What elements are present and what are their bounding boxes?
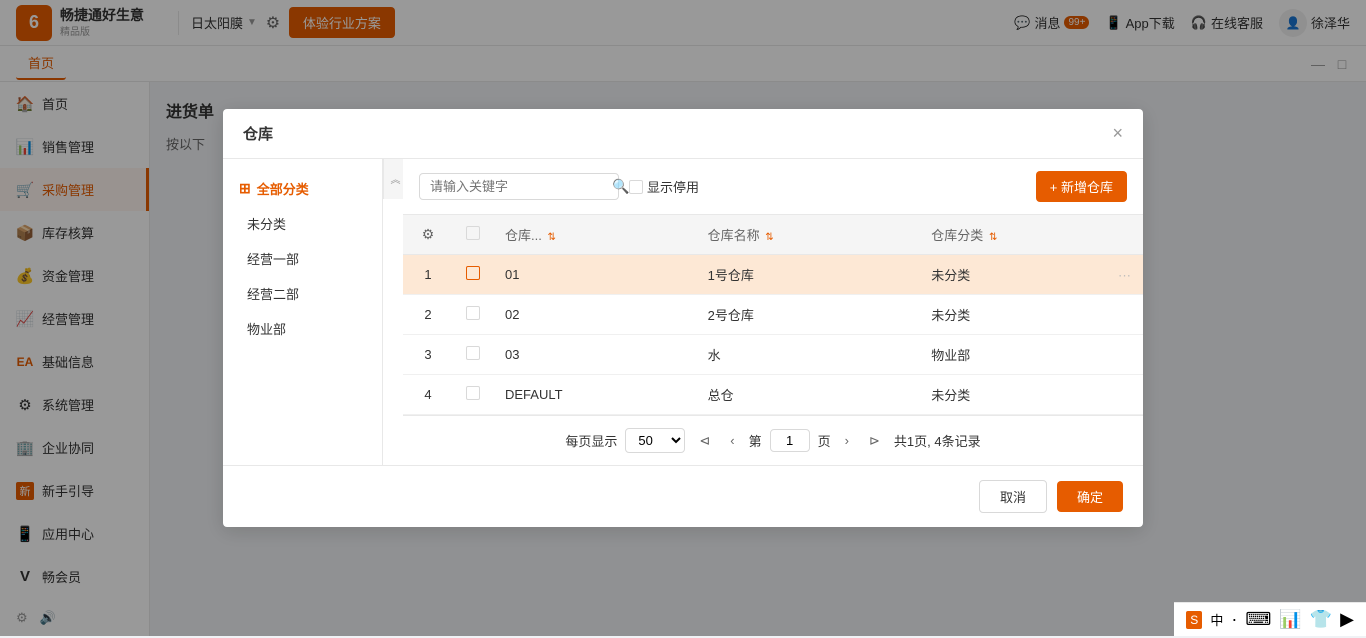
row-category: 物业部 (919, 335, 1143, 375)
warehouse-modal: 仓库 × ⊞ 全部分类 未分类 经营一部 经营二部 物业部 《 (223, 109, 1143, 527)
col-header-code: 仓库... ⇅ (493, 215, 696, 255)
last-page-btn[interactable]: ⊳ (863, 431, 886, 451)
tree-all-categories[interactable]: ⊞ 全部分类 (223, 171, 382, 206)
column-settings-icon[interactable]: ⚙ (422, 226, 435, 242)
row-number: 2 (403, 295, 453, 335)
tree-item-property[interactable]: 物业部 (223, 311, 382, 346)
search-input[interactable] (430, 179, 606, 194)
next-page-btn[interactable]: › (839, 431, 855, 450)
col-category-label: 仓库分类 (931, 228, 983, 243)
row-menu-icon[interactable]: ··· (1118, 267, 1131, 282)
row-code: 01 (493, 255, 696, 295)
sort-name-icon[interactable]: ⇅ (765, 232, 773, 243)
row-code: 02 (493, 295, 696, 335)
sort-code-icon[interactable]: ⇅ (547, 232, 555, 243)
row-category: 未分类 ··· (919, 255, 1143, 295)
col-header-settings[interactable]: ⚙ (403, 215, 453, 255)
table-row[interactable]: 1 01 1号仓库 未分类 ··· (403, 255, 1143, 295)
col-code-label: 仓库... (505, 228, 542, 243)
status-icon-shirt[interactable]: 👕 (1310, 609, 1332, 630)
row-checkbox-cell[interactable] (453, 375, 493, 415)
collapse-icon: 《 (386, 174, 401, 184)
row-checkbox-cell[interactable] (453, 255, 493, 295)
tree-item-dept1[interactable]: 经营一部 (223, 241, 382, 276)
show-disabled-label: 显示停用 (647, 177, 699, 196)
row-checkbox[interactable] (466, 386, 480, 400)
sort-category-icon[interactable]: ⇅ (989, 232, 997, 243)
statusbar: S 中 · ⌨ 📊 👕 ▶ (1174, 602, 1366, 636)
confirm-button[interactable]: 确定 (1057, 481, 1123, 512)
row-name: 2号仓库 (696, 295, 920, 335)
table-toolbar: 🔍 显示停用 + 新增仓库 (403, 159, 1143, 215)
row-checkbox[interactable] (466, 306, 480, 320)
show-disabled-toggle[interactable]: 显示停用 (629, 177, 699, 196)
row-number: 3 (403, 335, 453, 375)
col-name-label: 仓库名称 (708, 228, 760, 243)
modal-body: ⊞ 全部分类 未分类 经营一部 经营二部 物业部 《 🔍 (223, 159, 1143, 465)
page-input[interactable] (770, 429, 810, 452)
row-number: 4 (403, 375, 453, 415)
table-panel: 🔍 显示停用 + 新增仓库 ⚙ (403, 159, 1143, 465)
tree-all-label: 全部分类 (257, 179, 309, 198)
status-icon-zhong[interactable]: S (1186, 611, 1202, 629)
total-info: 共1页, 4条记录 (894, 431, 981, 450)
table-row[interactable]: 2 02 2号仓库 未分类 (403, 295, 1143, 335)
grid-icon: ⊞ (239, 180, 251, 197)
table-row[interactable]: 4 DEFAULT 总仓 未分类 (403, 375, 1143, 415)
col-header-name: 仓库名称 ⇅ (696, 215, 920, 255)
row-code: DEFAULT (493, 375, 696, 415)
col-header-check[interactable] (453, 215, 493, 255)
row-checkbox[interactable] (466, 266, 480, 280)
add-warehouse-btn[interactable]: + 新增仓库 (1036, 171, 1127, 202)
tree-item-dept2[interactable]: 经营二部 (223, 276, 382, 311)
status-icon-game[interactable]: ▶ (1340, 609, 1354, 630)
first-page-btn[interactable]: ⊲ (693, 431, 716, 451)
prev-page-btn[interactable]: ‹ (724, 431, 740, 450)
page-label: 第 (749, 431, 762, 450)
category-tree: ⊞ 全部分类 未分类 经营一部 经营二部 物业部 (223, 159, 383, 465)
row-checkbox[interactable] (466, 346, 480, 360)
row-category: 未分类 (919, 375, 1143, 415)
collapse-tree-btn[interactable]: 《 (383, 159, 403, 199)
modal-close-btn[interactable]: × (1112, 123, 1123, 144)
status-icon-dot[interactable]: · (1231, 609, 1237, 630)
cancel-button[interactable]: 取消 (979, 480, 1047, 513)
warehouse-table: ⚙ 仓库... ⇅ 仓库名称 (403, 215, 1143, 415)
tree-item-unclassified[interactable]: 未分类 (223, 206, 382, 241)
row-code: 03 (493, 335, 696, 375)
row-number: 1 (403, 255, 453, 295)
page-unit: 页 (818, 431, 831, 450)
row-name: 1号仓库 (696, 255, 920, 295)
row-checkbox-cell[interactable] (453, 335, 493, 375)
modal-footer: 取消 确定 (223, 465, 1143, 527)
row-name: 总仓 (696, 375, 920, 415)
search-icon[interactable]: 🔍 (612, 178, 629, 195)
per-page-select[interactable]: 50 20 100 (625, 428, 685, 453)
status-icon-zh[interactable]: 中 (1210, 610, 1223, 629)
modal-header: 仓库 × (223, 109, 1143, 159)
table-row[interactable]: 3 03 水 物业部 (403, 335, 1143, 375)
per-page-label: 每页显示 (565, 431, 617, 450)
status-icon-keyboard[interactable]: ⌨ (1245, 609, 1271, 630)
modal-title: 仓库 (243, 123, 273, 144)
search-box: 🔍 (419, 173, 619, 200)
status-icon-chart[interactable]: 📊 (1279, 609, 1301, 630)
row-name: 水 (696, 335, 920, 375)
col-header-category: 仓库分类 ⇅ (919, 215, 1143, 255)
select-all-checkbox[interactable] (466, 226, 480, 240)
show-disabled-checkbox[interactable] (629, 180, 643, 194)
modal-overlay: 仓库 × ⊞ 全部分类 未分类 经营一部 经营二部 物业部 《 (0, 0, 1366, 636)
row-checkbox-cell[interactable] (453, 295, 493, 335)
row-category: 未分类 (919, 295, 1143, 335)
pagination: 每页显示 50 20 100 ⊲ ‹ 第 页 › ⊳ 共1页, 4条记录 (403, 415, 1143, 465)
